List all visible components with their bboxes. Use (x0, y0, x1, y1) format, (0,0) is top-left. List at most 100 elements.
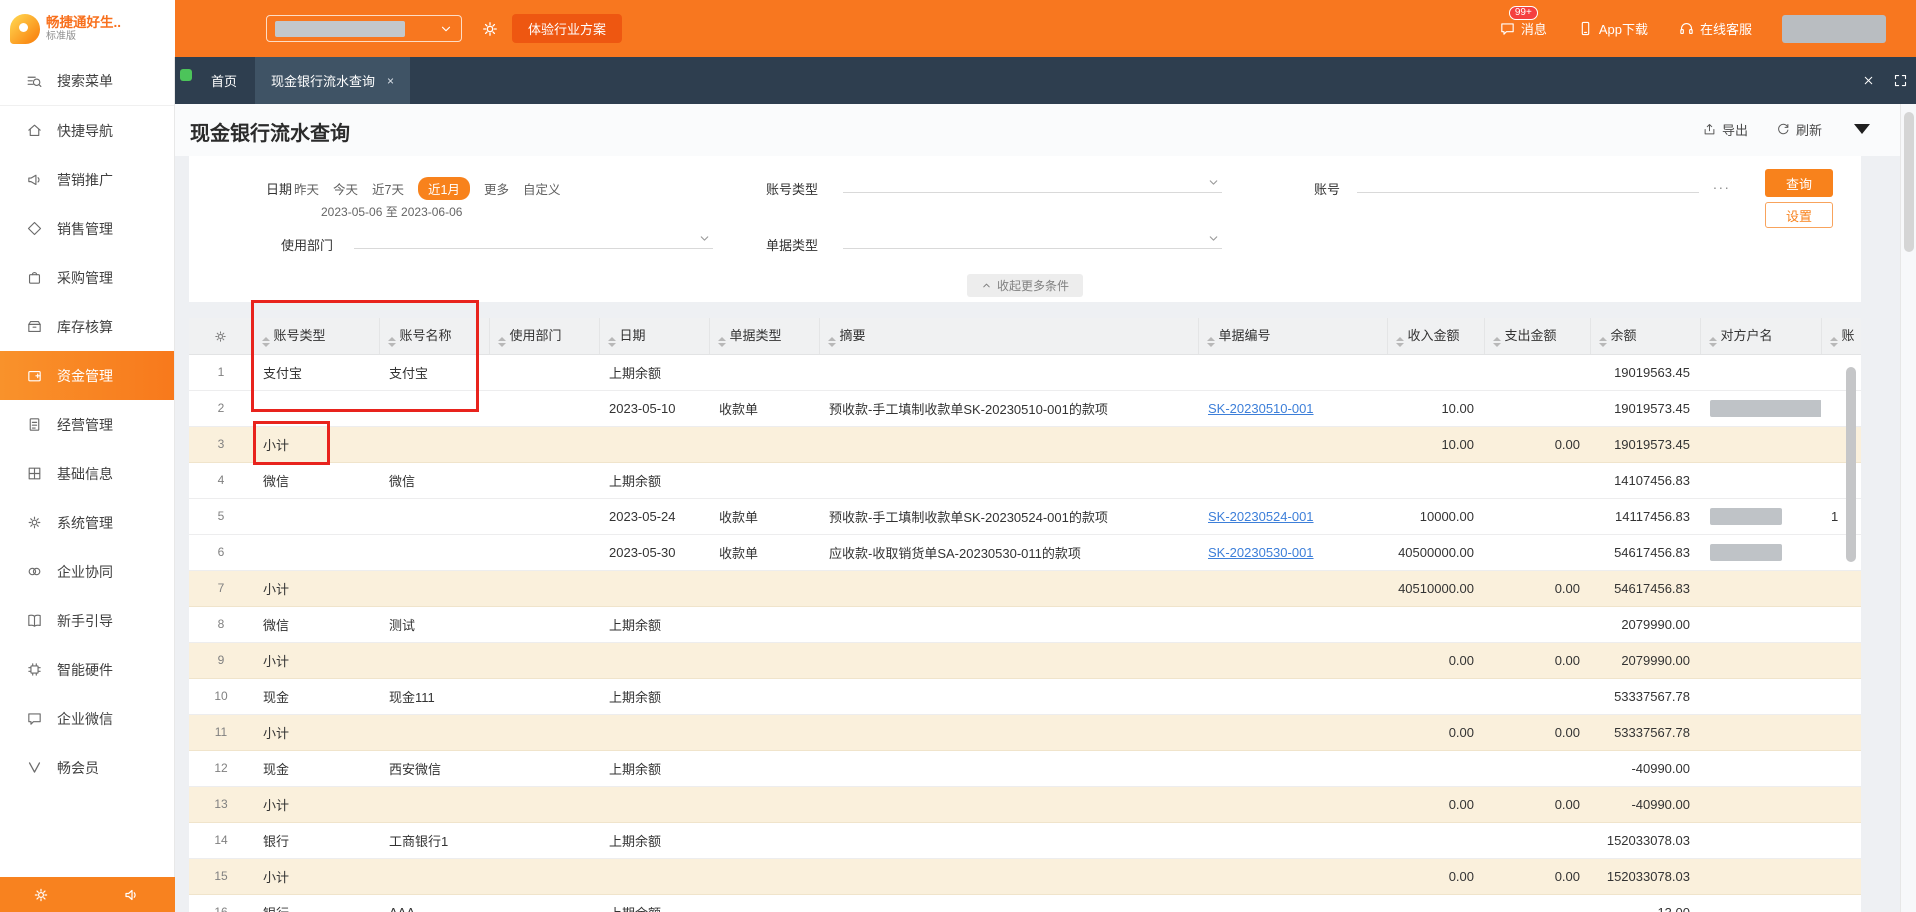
column-header[interactable]: 账 (1821, 318, 1861, 355)
gear-icon[interactable] (480, 19, 500, 39)
column-header[interactable]: 日期 (599, 318, 710, 355)
page-scrollbar-thumb[interactable] (1904, 112, 1914, 252)
table-row[interactable]: 6 2023-05-30 收款单 应收款-收取销货单SA-20230530-011的款… (189, 534, 1861, 571)
doc-number-link[interactable]: SK-20230530-001 (1208, 545, 1314, 560)
column-header[interactable]: 余额 (1590, 318, 1701, 355)
settings-gear-icon[interactable] (32, 886, 50, 904)
app-download-button[interactable]: App下载 (1577, 19, 1648, 38)
date-quick-option[interactable]: 今天 (333, 179, 358, 198)
sidebar-item-box[interactable]: 库存核算 (0, 302, 174, 351)
sidebar-item-link[interactable]: 企业协同 (0, 547, 174, 596)
sort-icon[interactable] (1829, 336, 1838, 347)
sidebar-item-horn[interactable]: 营销推广 (0, 155, 174, 204)
sidebar-item-diamond[interactable]: 销售管理 (0, 204, 174, 253)
column-header[interactable]: 账号名称 (379, 318, 490, 355)
sort-icon[interactable] (607, 336, 616, 347)
sidebar-item-grid[interactable]: 基础信息 (0, 449, 174, 498)
speaker-icon[interactable] (123, 886, 141, 904)
more-options-button[interactable]: ... (1713, 176, 1731, 192)
sort-icon[interactable] (387, 336, 396, 347)
app-download-label: App下载 (1598, 22, 1648, 37)
column-header[interactable]: 收入金额 (1387, 318, 1485, 355)
sort-icon[interactable] (497, 336, 506, 347)
company-select[interactable] (266, 15, 462, 42)
query-button[interactable]: 查询 (1765, 169, 1833, 197)
column-header[interactable]: 支出金额 (1484, 318, 1591, 355)
department-select[interactable] (354, 225, 713, 249)
table-header-row-el: 账号类型 账号名称 使用部门 日期 单据类型 摘要 单据编号 收入金额 支出金额 余额 对方户名账 (189, 318, 1861, 355)
export-button[interactable]: 导出 (1702, 120, 1748, 139)
sidebar-item-gear[interactable]: 系统管理 (0, 498, 174, 547)
table-row[interactable]: 8 微信 测试 上期余额 2079990.00 (189, 606, 1861, 643)
sort-icon[interactable] (717, 336, 726, 347)
table-row-subtotal[interactable]: 3 小计 10.00 0.00 19019573.45 (189, 426, 1861, 463)
refresh-button[interactable]: 刷新 (1776, 120, 1822, 139)
tab-home[interactable]: 首页 (193, 57, 255, 104)
column-header[interactable]: 摘要 (819, 318, 1199, 355)
sidebar-item-doc[interactable]: 经营管理 (0, 400, 174, 449)
account-input[interactable] (1357, 169, 1699, 193)
sort-icon[interactable] (1395, 336, 1404, 347)
sidebar-item-wallet[interactable]: 资金管理 (0, 351, 174, 400)
sidebar-item-chip[interactable]: 智能硬件 (0, 645, 174, 694)
table-row[interactable]: 1 支付宝 支付宝 上期余额 19019563.45 (189, 354, 1861, 391)
table-row[interactable]: 4 微信 微信 上期余额 14107456.83 (189, 462, 1861, 499)
sidebar-item-chat[interactable]: 企业微信 (0, 694, 174, 743)
table-scrollbar-thumb[interactable] (1846, 367, 1856, 562)
table-row-subtotal[interactable]: 11 小计 0.00 0.00 53337567.78 (189, 714, 1861, 751)
table-row[interactable]: 14 银行 工商银行1 上期余额 152033078.03 (189, 822, 1861, 859)
column-header[interactable]: 使用部门 (489, 318, 600, 355)
settings-button[interactable]: 设置 (1765, 202, 1833, 228)
column-header[interactable]: 单据类型 (709, 318, 820, 355)
sidebar-item-home[interactable]: 快捷导航 (0, 106, 174, 155)
sidebar-item-menu-search[interactable]: 搜索菜单 (0, 57, 174, 106)
table-row-subtotal[interactable]: 15 小计 0.00 0.00 152033078.03 (189, 858, 1861, 895)
cell-party (1700, 570, 1821, 607)
close-icon[interactable] (1862, 74, 1875, 87)
sidebar-item-bag[interactable]: 采购管理 (0, 253, 174, 302)
sidebar-item-v[interactable]: 畅会员 (0, 743, 174, 792)
date-quick-option[interactable]: 昨天 (294, 179, 319, 198)
doc-type-select[interactable] (843, 225, 1222, 249)
sort-icon[interactable] (827, 336, 836, 347)
column-header[interactable]: 单据编号 (1198, 318, 1388, 355)
date-quick-option[interactable]: 近1月 (417, 177, 470, 200)
table-row[interactable]: 12 现金 西安微信 上期余额 -40990.00 (189, 750, 1861, 787)
table-row[interactable]: 16银行AAA 上期余额 13.00 (189, 894, 1861, 912)
fullscreen-icon[interactable] (1893, 73, 1908, 88)
column-header[interactable]: 对方户名 (1700, 318, 1822, 355)
tab-cash-bank-query[interactable]: 现金银行流水查询 × (255, 57, 411, 104)
online-support-button[interactable]: 在线客服 (1678, 19, 1752, 38)
date-quick-option[interactable]: 自定义 (523, 179, 561, 198)
collapse-filters-button[interactable]: 收起更多条件 (966, 274, 1084, 297)
account-type-select[interactable] (843, 169, 1222, 193)
trial-plan-button[interactable]: 体验行业方案 (512, 14, 623, 43)
cell-name: 工商银行1 (379, 822, 489, 859)
table-row-subtotal[interactable]: 9 小计 0.00 0.00 2079990.00 (189, 642, 1861, 679)
sort-icon[interactable] (1206, 336, 1215, 347)
page-scrollbar[interactable] (1900, 104, 1916, 912)
doc-number-link[interactable]: SK-20230510-001 (1208, 401, 1314, 416)
table-row[interactable]: 10 现金 现金111 上期余额 53337567.78 (189, 678, 1861, 715)
cell-party (1700, 426, 1821, 463)
table-row-subtotal[interactable]: 13 小计 0.00 0.00 -40990.00 (189, 786, 1861, 823)
refresh-icon (1776, 122, 1791, 137)
tab-close-icon[interactable]: × (387, 74, 394, 88)
sidebar-item-book[interactable]: 新手引导 (0, 596, 174, 645)
doc-number-link[interactable]: SK-20230524-001 (1208, 509, 1314, 524)
column-header[interactable]: 账号类型 (253, 318, 380, 355)
column-settings-gear-icon[interactable] (213, 329, 228, 344)
table-row[interactable]: 5 2023-05-24 收款单 预收款-手工填制收款单SK-20230524-001… (189, 498, 1861, 535)
table-settings-cell[interactable] (189, 318, 254, 355)
sort-icon[interactable] (1598, 336, 1607, 347)
cell-party (1700, 894, 1821, 912)
table-row[interactable]: 2 2023-05-10 收款单 预收款-手工填制收款单SK-20230510-001… (189, 390, 1861, 427)
date-quick-option[interactable]: 近7天 (372, 179, 404, 198)
sort-icon[interactable] (1708, 336, 1717, 347)
table-row-subtotal[interactable]: 7 小计 40510000.00 0.00 54617456.83 (189, 570, 1861, 607)
date-quick-option[interactable]: 更多 (484, 179, 509, 198)
sort-icon[interactable] (1492, 336, 1501, 347)
sort-icon[interactable] (261, 336, 270, 347)
scroll-caret-icon[interactable] (1854, 124, 1870, 134)
messages-button[interactable]: 99+ 消息 (1499, 6, 1547, 38)
